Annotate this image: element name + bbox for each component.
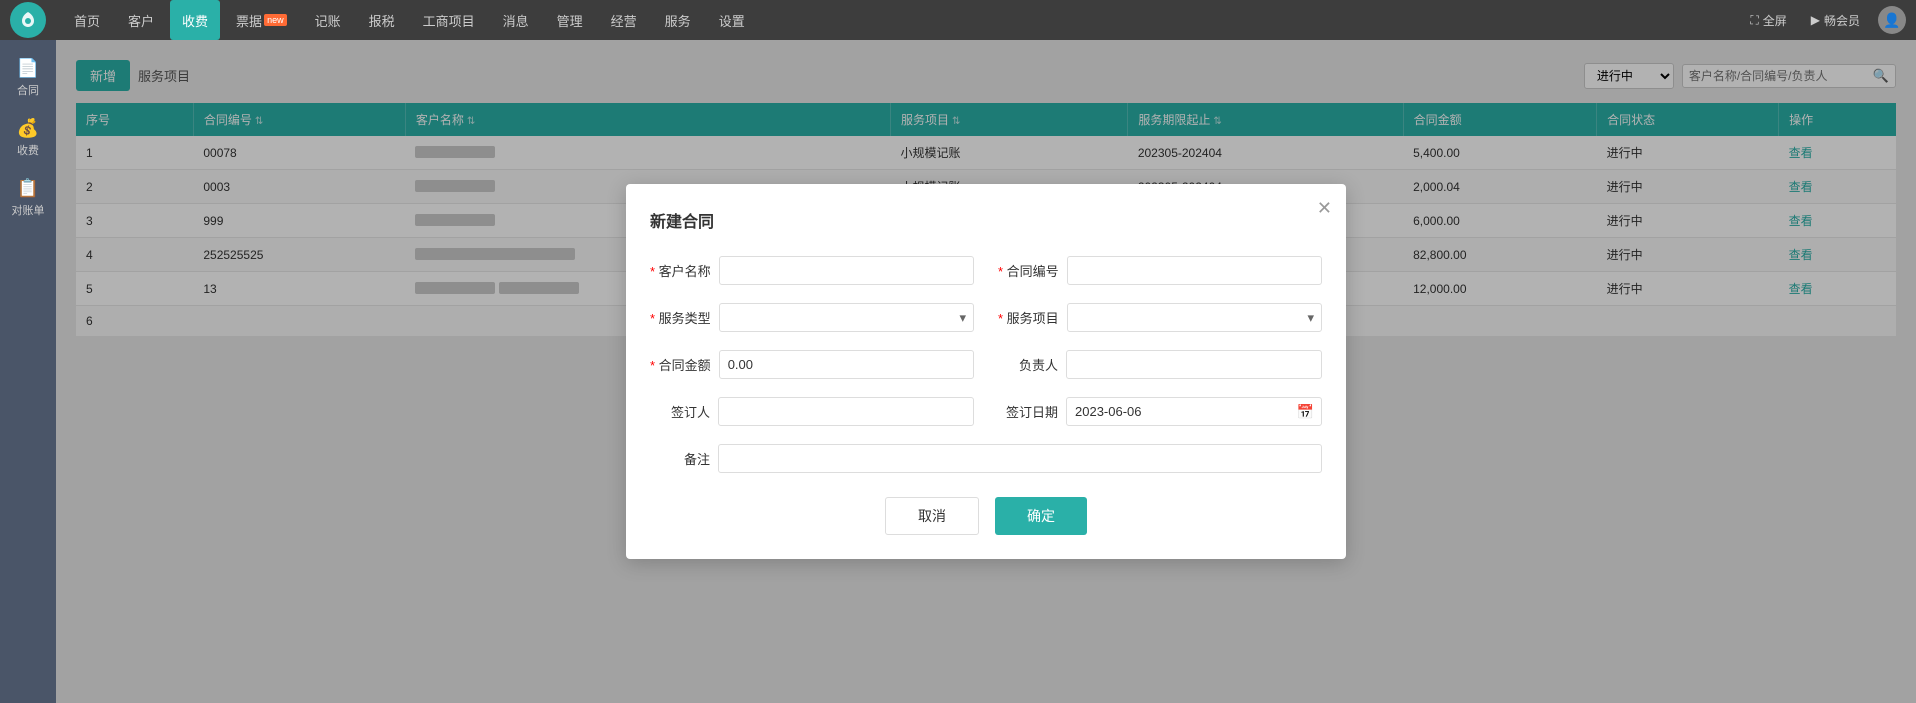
sidebar-item-billing[interactable]: 💰 收费 [0,110,56,166]
nav-billing[interactable]: 收费 [170,0,220,40]
nav-bookkeeping[interactable]: 记账 [303,0,353,40]
service-type-label: 服务类型 [650,308,711,327]
nav-management[interactable]: 管理 [545,0,595,40]
service-item-label: 服务项目 [998,308,1059,327]
amount-input[interactable] [719,350,974,379]
signer-label: 签订人 [650,402,710,421]
main-layout: 📄 合同 💰 收费 📋 对账单 新增 服务项目 进行中 已完成 已终止 [0,40,1916,703]
form-group-owner: 负责人 [998,350,1322,379]
form-row-2: 服务类型 服务项目 [650,303,1322,332]
sidebar-item-statement[interactable]: 📋 对账单 [0,170,56,226]
contract-icon: 📄 [17,58,39,79]
sign-date-wrap: 📅 [1066,397,1322,426]
form-group-client: 客户名称 [650,256,974,285]
signer-input[interactable] [718,397,974,426]
service-type-select-wrap [719,303,974,332]
confirm-button[interactable]: 确定 [995,497,1087,535]
client-name-label: 客户名称 [650,261,711,280]
dialog-overlay: 新建合同 ✕ 客户名称 合同编号 服务类型 [56,40,1916,703]
nav-home[interactable]: 首页 [62,0,112,40]
logo-icon [10,2,46,38]
nav-service[interactable]: 服务 [653,0,703,40]
nav-client[interactable]: 客户 [116,0,166,40]
form-group-amount: 合同金额 [650,350,974,379]
contract-no-label: 合同编号 [998,261,1059,280]
amount-label: 合同金额 [650,355,711,374]
dialog-title: 新建合同 [650,208,1322,232]
fullscreen-button[interactable]: ⛶ 全屏 [1744,10,1792,31]
form-group-service-item: 服务项目 [998,303,1322,332]
service-type-select[interactable] [719,303,974,332]
form-row-5: 备注 [650,444,1322,473]
sign-date-label: 签订日期 [998,402,1058,421]
cancel-button[interactable]: 取消 [885,497,979,535]
avatar[interactable]: 👤 [1878,6,1906,34]
calendar-icon[interactable]: 📅 [1297,403,1314,420]
nav-settings[interactable]: 设置 [707,0,757,40]
form-group-signer: 签订人 [650,397,974,426]
nav-right: ⛶ 全屏 ▶ 畅会员 👤 [1744,6,1906,34]
form-row-4: 签订人 签订日期 📅 [650,397,1322,426]
nav-business[interactable]: 工商项目 [411,0,487,40]
note-input[interactable] [718,444,1322,473]
sign-date-input[interactable] [1066,397,1322,426]
member-button[interactable]: ▶ 畅会员 [1805,10,1866,31]
form-row-3: 合同金额 负责人 [650,350,1322,379]
form-row-1: 客户名称 合同编号 [650,256,1322,285]
dialog-close-button[interactable]: ✕ [1317,198,1332,219]
sidebar: 📄 合同 💰 收费 📋 对账单 [0,40,56,703]
owner-input[interactable] [1066,350,1322,379]
sidebar-item-contract[interactable]: 📄 合同 [0,50,56,106]
nav-items: 首页 客户 收费 票据 new 记账 报税 工商项目 消息 管理 经营 服务 设… [62,0,1744,40]
new-contract-dialog: 新建合同 ✕ 客户名称 合同编号 服务类型 [626,184,1346,559]
contract-no-input[interactable] [1067,256,1322,285]
nav-invoice[interactable]: 票据 new [224,0,299,40]
member-icon: ▶ [1811,13,1820,27]
owner-label: 负责人 [998,355,1058,374]
content-area: 新增 服务项目 进行中 已完成 已终止 🔍 序号 [56,40,1916,703]
note-label: 备注 [650,449,710,468]
nav-operations[interactable]: 经营 [599,0,649,40]
statement-icon: 📋 [17,178,39,199]
nav-tax[interactable]: 报税 [357,0,407,40]
client-name-input[interactable] [719,256,974,285]
nav-message[interactable]: 消息 [491,0,541,40]
top-nav: 首页 客户 收费 票据 new 记账 报税 工商项目 消息 管理 经营 服务 设… [0,0,1916,40]
form-group-contract-no: 合同编号 [998,256,1322,285]
form-group-sign-date: 签订日期 📅 [998,397,1322,426]
service-item-select-wrap [1067,303,1322,332]
form-group-service-type: 服务类型 [650,303,974,332]
new-badge: new [264,14,287,26]
fullscreen-icon: ⛶ [1750,13,1758,28]
billing-icon: 💰 [17,118,39,139]
dialog-footer: 取消 确定 [650,497,1322,535]
service-item-select[interactable] [1067,303,1322,332]
form-group-note: 备注 [650,444,1322,473]
